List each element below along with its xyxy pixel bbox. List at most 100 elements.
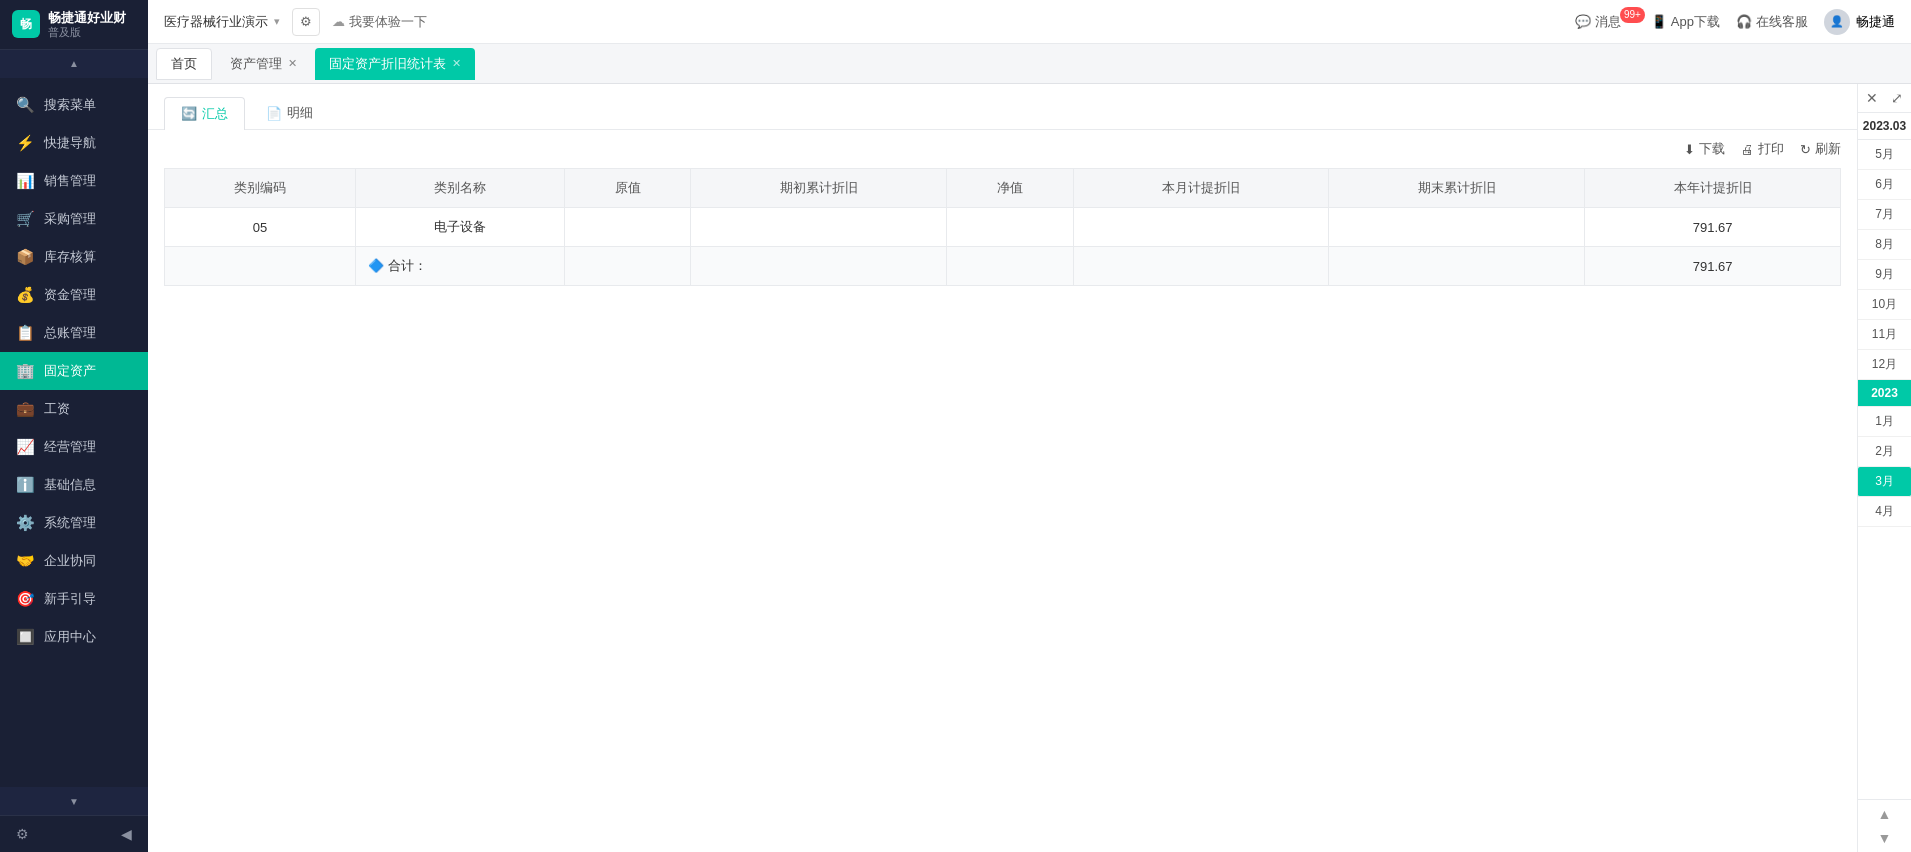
year-marker: 2023 [1858, 380, 1911, 407]
settings-button[interactable]: ⚙ [292, 8, 320, 36]
month-item[interactable]: 3月 [1858, 467, 1911, 497]
col-header: 本月计提折旧 [1073, 169, 1329, 208]
month-item[interactable]: 11月 [1858, 320, 1911, 350]
sidebar-item-fixed[interactable]: 🏢 固定资产 [0, 352, 148, 390]
month-item[interactable]: 4月 [1858, 497, 1911, 527]
collab-nav-label: 企业协同 [44, 552, 96, 570]
sidebar-item-funds[interactable]: 💰 资金管理 [0, 276, 148, 314]
sidebar-nav: 🔍 搜索菜单 ⚡ 快捷导航 📊 销售管理 🛒 采购管理 📦 库存核算 💰 资金管… [0, 78, 148, 787]
sidebar-item-basicinfo[interactable]: ℹ️ 基础信息 [0, 466, 148, 504]
fixed-nav-icon: 🏢 [16, 362, 34, 380]
row-cell-4 [947, 208, 1074, 247]
table-toolbar: ⬇ 下载 🖨 打印 ↻ 刷新 [148, 130, 1857, 168]
inner-tab-detail[interactable]: 📄 明细 [249, 96, 330, 129]
logo-main: 畅捷通好业财 [48, 10, 126, 26]
page-main: 🔄 汇总 📄 明细 ⬇ 下载 🖨 打印 ↻ 刷新 [148, 84, 1857, 852]
system-nav-label: 系统管理 [44, 514, 96, 532]
sidebar-item-purchase[interactable]: 🛒 采购管理 [0, 200, 148, 238]
sidebar-item-search[interactable]: 🔍 搜索菜单 [0, 86, 148, 124]
wages-nav-label: 工资 [44, 400, 70, 418]
cloud-icon: ☁ [332, 14, 345, 29]
refresh-label: 刷新 [1815, 140, 1841, 158]
month-item[interactable]: 2月 [1858, 437, 1911, 467]
sidebar-item-guide[interactable]: 🎯 新手引导 [0, 580, 148, 618]
service-button[interactable]: 🎧 在线客服 [1736, 13, 1808, 31]
company-selector[interactable]: 医疗器械行业演示 ▾ [164, 13, 280, 31]
inventory-nav-icon: 📦 [16, 248, 34, 266]
apps-nav-label: 应用中心 [44, 628, 96, 646]
user-name: 畅捷通 [1856, 13, 1895, 31]
download-icon: ⬇ [1684, 142, 1695, 157]
month-item[interactable]: 10月 [1858, 290, 1911, 320]
app-download-button[interactable]: 📱 App下载 [1651, 13, 1720, 31]
subtotal-icon: 🔷 [368, 258, 384, 273]
month-item[interactable]: 9月 [1858, 260, 1911, 290]
close-panel-icon[interactable]: ✕ [1866, 90, 1878, 106]
down-arrow-icon[interactable]: ▼ [1878, 830, 1892, 846]
tab-home[interactable]: 首页 [156, 48, 212, 80]
collapse-icon[interactable]: ◀ [121, 826, 132, 842]
tab-depreciation[interactable]: 固定资产折旧统计表✕ [315, 48, 475, 80]
tab-bar: 首页 资产管理✕固定资产折旧统计表✕ [148, 44, 1911, 84]
row-cell-6 [1329, 208, 1585, 247]
print-button[interactable]: 🖨 打印 [1741, 140, 1784, 158]
up-arrow-icon[interactable]: ▲ [1878, 806, 1892, 822]
download-button[interactable]: ⬇ 下载 [1684, 140, 1725, 158]
inner-tab-summary[interactable]: 🔄 汇总 [164, 97, 245, 130]
table-row: 05电子设备791.67 [165, 208, 1841, 247]
print-icon: 🖨 [1741, 142, 1754, 157]
headset-icon: 🎧 [1736, 14, 1752, 29]
tab-close-asset-mgmt[interactable]: ✕ [288, 58, 297, 69]
sidebar-footer: ⚙ ◀ [0, 815, 148, 852]
user-menu[interactable]: 👤 畅捷通 [1824, 9, 1895, 35]
sidebar-item-system[interactable]: ⚙️ 系统管理 [0, 504, 148, 542]
sidebar-item-sales[interactable]: 📊 销售管理 [0, 162, 148, 200]
ledger-nav-icon: 📋 [16, 324, 34, 342]
inner-tabs: 🔄 汇总 📄 明细 [148, 84, 1857, 130]
row-cell-0: 05 [165, 208, 356, 247]
tab-close-depreciation[interactable]: ✕ [452, 58, 461, 69]
sidebar-scroll-down[interactable]: ▼ [0, 787, 148, 815]
col-header: 净值 [947, 169, 1074, 208]
subtotal-cell-0 [165, 247, 356, 286]
app-label: App下载 [1671, 13, 1720, 31]
sidebar-item-collab[interactable]: 🤝 企业协同 [0, 542, 148, 580]
quicknav-nav-label: 快捷导航 [44, 134, 96, 152]
settings-icon[interactable]: ⚙ [16, 826, 29, 842]
sidebar-scroll-up[interactable]: ▲ [0, 50, 148, 78]
month-item[interactable]: 8月 [1858, 230, 1911, 260]
print-label: 打印 [1758, 140, 1784, 158]
month-item[interactable]: 7月 [1858, 200, 1911, 230]
company-chevron-icon: ▾ [274, 15, 280, 28]
sidebar-item-apps[interactable]: 🔲 应用中心 [0, 618, 148, 656]
month-item[interactable]: 6月 [1858, 170, 1911, 200]
funds-nav-label: 资金管理 [44, 286, 96, 304]
service-label: 在线客服 [1756, 13, 1808, 31]
sidebar-item-inventory[interactable]: 📦 库存核算 [0, 238, 148, 276]
detail-tab-icon: 📄 [266, 106, 282, 121]
funds-nav-icon: 💰 [16, 286, 34, 304]
search-nav-label: 搜索菜单 [44, 96, 96, 114]
sidebar-item-biz[interactable]: 📈 经营管理 [0, 428, 148, 466]
row-cell-2 [564, 208, 691, 247]
expand-panel-icon[interactable]: ⤢ [1891, 90, 1903, 106]
guide-nav-label: 新手引导 [44, 590, 96, 608]
experience-button[interactable]: ☁ 我要体验一下 [332, 13, 427, 31]
sidebar-item-ledger[interactable]: 📋 总账管理 [0, 314, 148, 352]
month-item[interactable]: 5月 [1858, 140, 1911, 170]
sidebar-item-wages[interactable]: 💼 工资 [0, 390, 148, 428]
month-list: 5月6月7月8月9月10月11月12月20231月2月3月4月 [1858, 140, 1911, 799]
tab-label-home: 首页 [171, 55, 197, 73]
message-button[interactable]: 💬 消息 99+ [1575, 13, 1635, 31]
month-item[interactable]: 1月 [1858, 407, 1911, 437]
col-header: 类别编码 [165, 169, 356, 208]
sidebar-item-quicknav[interactable]: ⚡ 快捷导航 [0, 124, 148, 162]
topbar: 医疗器械行业演示 ▾ ⚙ ☁ 我要体验一下 💬 消息 99+ 📱 App下载 🎧… [148, 0, 1911, 44]
tab-asset-mgmt[interactable]: 资产管理✕ [216, 48, 311, 80]
logo-text: 畅捷通好业财 普及版 [48, 10, 126, 39]
basicinfo-nav-label: 基础信息 [44, 476, 96, 494]
subtotal-cell-1: 🔷合计： [356, 247, 565, 286]
app-icon: 📱 [1651, 14, 1667, 29]
refresh-button[interactable]: ↻ 刷新 [1800, 140, 1841, 158]
month-item[interactable]: 12月 [1858, 350, 1911, 380]
